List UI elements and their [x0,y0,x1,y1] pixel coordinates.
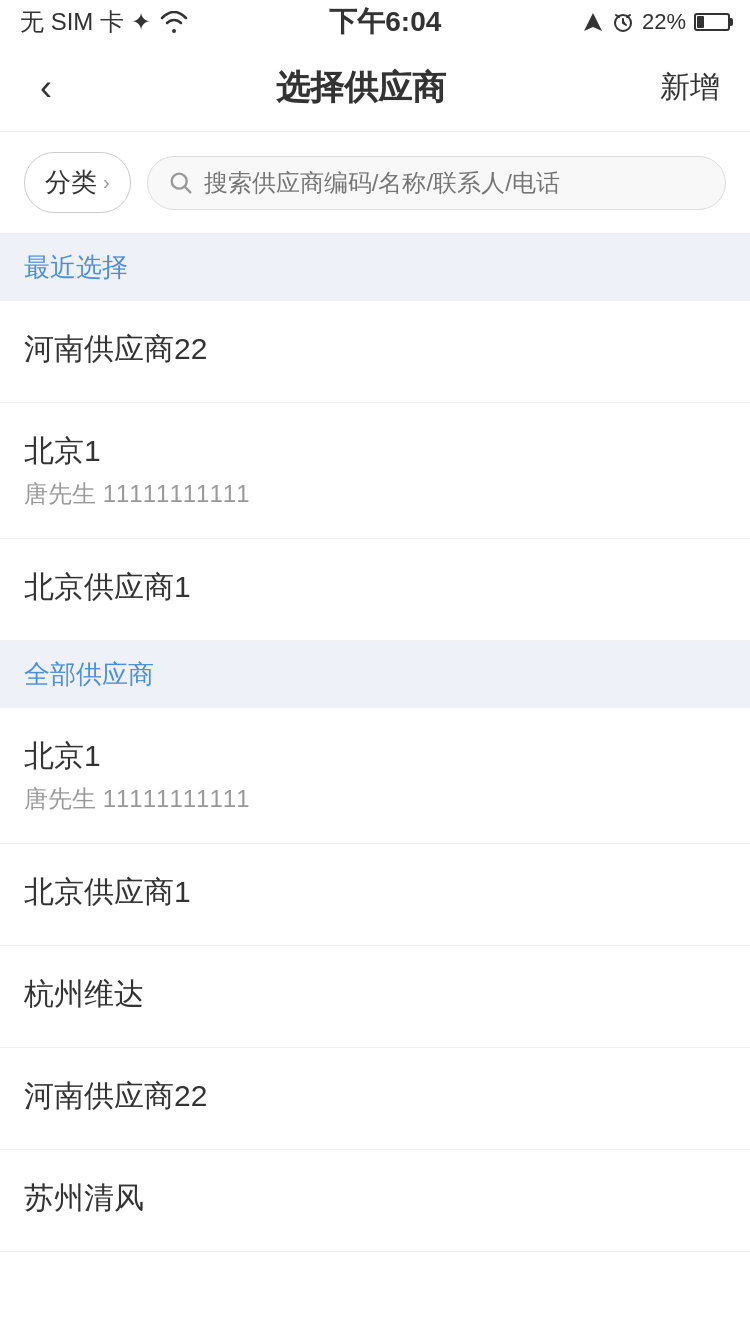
item-name: 北京1 [24,736,726,777]
all-list-item[interactable]: 杭州维达 [0,946,750,1048]
all-list-item[interactable]: 河南供应商22 [0,1048,750,1150]
item-name: 苏州清风 [24,1178,726,1219]
search-icon [168,169,194,197]
battery-icon [694,13,730,31]
all-section-label: 全部供应商 [24,659,154,689]
chevron-right-icon: › [103,171,110,194]
wifi-icon [159,11,189,33]
recent-list-item[interactable]: 北京供应商1 [0,539,750,641]
recent-list-item[interactable]: 河南供应商22 [0,301,750,403]
item-sub: 唐先生 11111111111 [24,478,726,510]
item-name: 北京1 [24,431,726,472]
status-right: 22% [582,9,730,35]
status-bar: 无 SIM 卡 ✦ 下午6:04 22% [0,0,750,44]
recent-section-label: 最近选择 [24,252,128,282]
all-list-item[interactable]: 北京供应商1 [0,844,750,946]
nav-bar: ‹ 选择供应商 新增 [0,44,750,132]
all-list-item[interactable]: 北京1 唐先生 11111111111 [0,708,750,844]
alarm-icon [612,11,634,33]
all-list-item[interactable]: 苏州清风 [0,1150,750,1252]
category-button[interactable]: 分类 › [24,152,131,213]
recent-section-header: 最近选择 [0,234,750,301]
recent-items-list: 河南供应商22 北京1 唐先生 11111111111 北京供应商1 [0,301,750,641]
back-button[interactable]: ‹ [30,57,62,119]
item-name: 杭州维达 [24,974,726,1015]
item-name: 北京供应商1 [24,567,726,608]
category-label: 分类 [45,165,97,200]
all-section-header: 全部供应商 [0,641,750,708]
no-sim-label: 无 SIM 卡 ✦ [20,6,151,38]
page-title: 选择供应商 [276,65,446,111]
filter-bar: 分类 › [0,132,750,234]
status-left: 无 SIM 卡 ✦ [20,6,189,38]
search-box[interactable] [147,156,726,210]
search-input[interactable] [204,169,705,197]
item-name: 河南供应商22 [24,329,726,370]
all-items-list: 北京1 唐先生 11111111111 北京供应商1 杭州维达河南供应商22 苏州清风 [0,708,750,1252]
battery-label: 22% [642,9,686,35]
add-button[interactable]: 新增 [660,67,720,108]
item-name: 河南供应商22 [24,1076,726,1117]
item-name: 北京供应商1 [24,872,726,913]
location-icon [582,11,604,33]
status-time: 下午6:04 [329,3,441,41]
recent-list-item[interactable]: 北京1 唐先生 11111111111 [0,403,750,539]
item-sub: 唐先生 11111111111 [24,783,726,815]
